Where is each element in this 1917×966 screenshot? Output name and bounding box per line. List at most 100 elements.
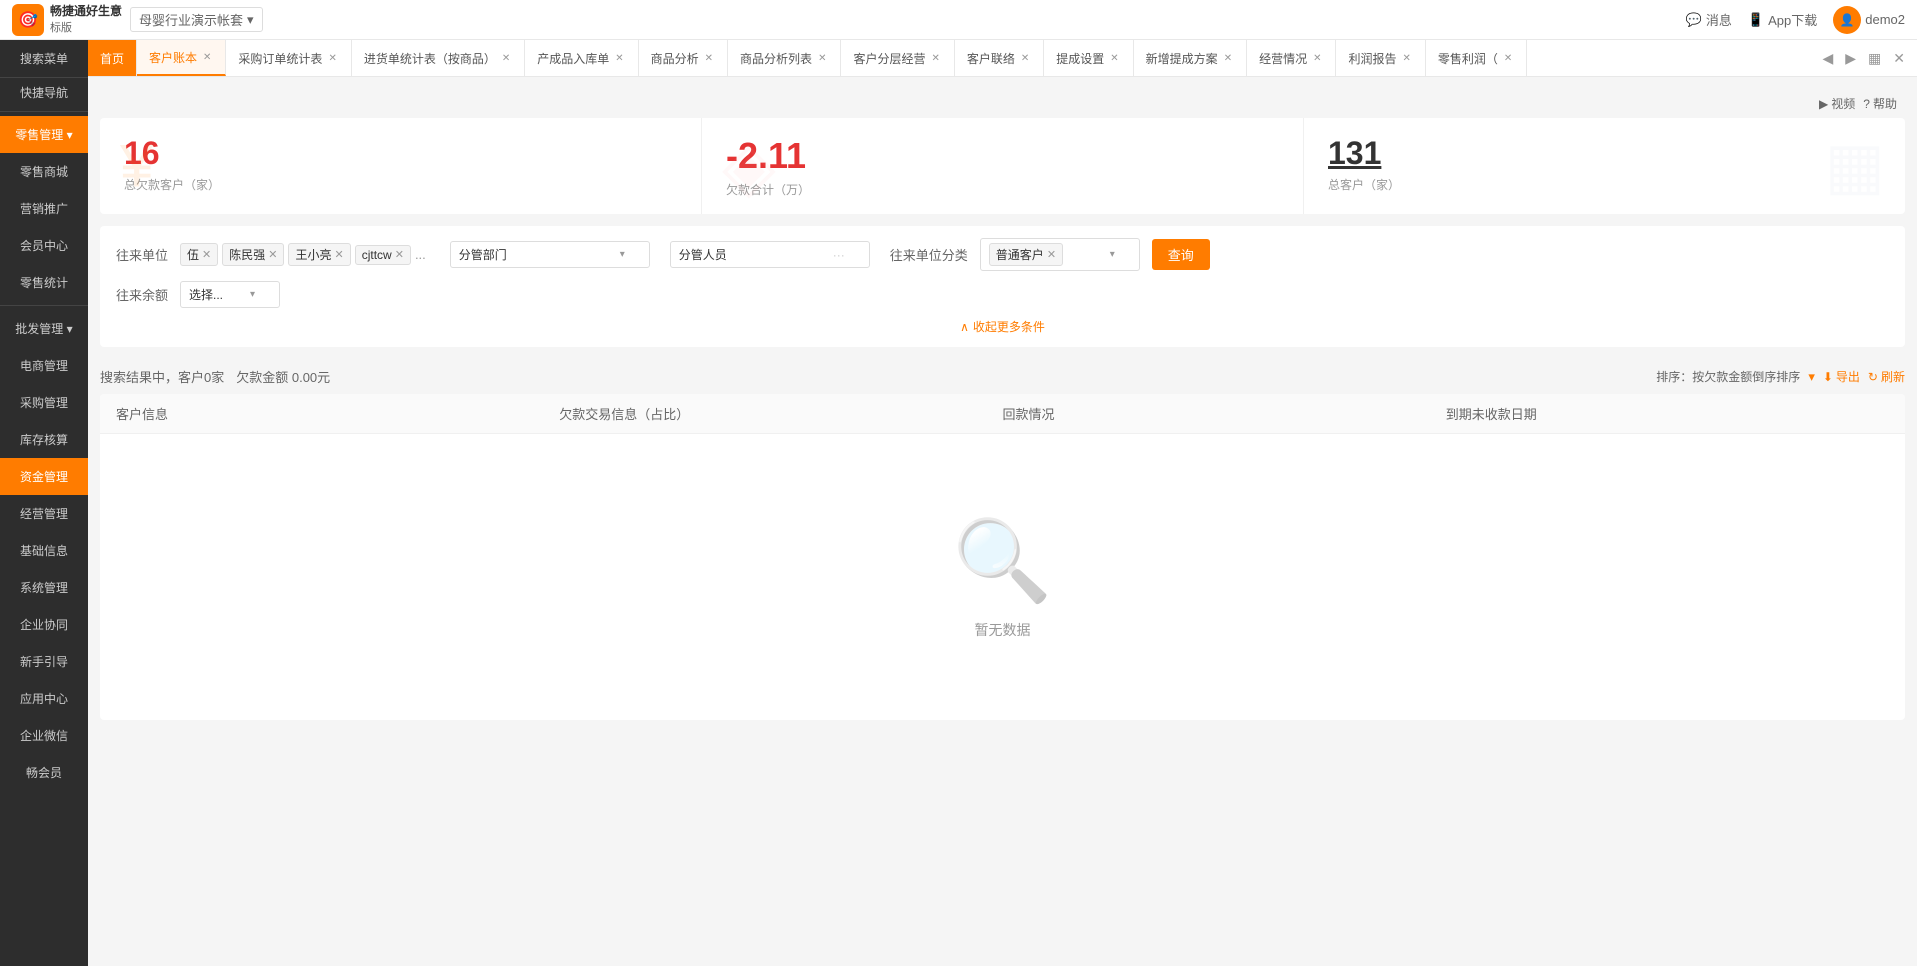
tab-new-commission[interactable]: 新增提成方案 ✕ (1134, 40, 1247, 76)
tab-close-all-btn[interactable]: ✕ (1889, 48, 1909, 69)
sidebar-item-system[interactable]: 系统管理 (0, 569, 88, 606)
chevron-up-icon: ∧ (960, 320, 969, 334)
sidebar-item-member[interactable]: 会员中心 (0, 227, 88, 264)
category-chevron-icon: ▾ (1110, 249, 1115, 260)
tab-close-inbound[interactable]: ✕ (613, 52, 625, 65)
refresh-icon: ↻ (1868, 370, 1878, 384)
tab-close-analysis[interactable]: ✕ (703, 52, 715, 65)
tab-commission-settings[interactable]: 提成设置 ✕ (1044, 40, 1133, 76)
tab-close-new-commission[interactable]: ✕ (1222, 52, 1234, 65)
tab-close-commission[interactable]: ✕ (1108, 52, 1120, 65)
tab-close-tier[interactable]: ✕ (929, 52, 941, 65)
tab-scroll-right-btn[interactable]: ▶ (1841, 48, 1860, 69)
results-bar: 搜索结果中，客户0家 欠款金额 0.00元 排序：按欠款金额倒序排序 ▾ ⬇ 导… (100, 359, 1905, 394)
tab-profit-report[interactable]: 利润报告 ✕ (1336, 40, 1425, 76)
tab-close-retail-profit[interactable]: ✕ (1502, 52, 1514, 65)
tab-customer-ledger[interactable]: 客户账本 ✕ (137, 40, 226, 76)
search-button[interactable]: 查询 (1152, 239, 1210, 270)
logo-text-block: 畅捷通好生意 标版 (50, 4, 122, 34)
remaining-label: 往来余额 (116, 285, 168, 304)
sidebar-item-wholesale[interactable]: 批发管理 ▾ (0, 310, 88, 347)
remove-wang-icon[interactable]: ✕ (335, 248, 344, 261)
tab-close-contact[interactable]: ✕ (1019, 52, 1031, 65)
video-btn[interactable]: ▶ 视频 (1819, 95, 1855, 112)
help-btn[interactable]: ? 帮助 (1863, 95, 1897, 112)
tab-bar-actions: ◀ ▶ ▦ ✕ (1810, 48, 1917, 69)
top-bar-left: 🎯 畅捷通好生意 标版 母婴行业演示帐套 ▾ (12, 4, 263, 36)
tab-product-analysis[interactable]: 商品分析 ✕ (639, 40, 728, 76)
person-select[interactable]: 分管人员 ··· (670, 241, 870, 268)
sidebar-item-apps[interactable]: 应用中心 (0, 680, 88, 717)
category-select[interactable]: 普通客户 ✕ ▾ (980, 238, 1140, 271)
tab-menu-btn[interactable]: ▦ (1864, 48, 1885, 69)
stat-card-customers: ¥ 16 总欠款客户（家） (100, 118, 702, 214)
sidebar-item-retail-mall[interactable]: 零售商城 (0, 153, 88, 190)
app-download-btn[interactable]: 📱 App下载 (1748, 10, 1817, 29)
tab-customer-contact[interactable]: 客户联络 ✕ (955, 40, 1044, 76)
sidebar-item-operations[interactable]: 经营管理 (0, 495, 88, 532)
tab-operations[interactable]: 经营情况 ✕ (1247, 40, 1336, 76)
tab-home[interactable]: 首页 (88, 40, 137, 76)
tab-retail-profit[interactable]: 零售利润（ ✕ (1426, 40, 1527, 76)
tab-close-operations[interactable]: ✕ (1311, 52, 1323, 65)
filter-tag-wu[interactable]: 伍 ✕ (180, 243, 218, 266)
user-avatar-btn[interactable]: 👤 demo2 (1833, 6, 1905, 34)
remove-chen-icon[interactable]: ✕ (268, 248, 277, 261)
export-icon: ⬇ (1823, 370, 1833, 384)
category-filter-label: 往来单位分类 (890, 245, 968, 264)
logo-icon: 🎯 (12, 4, 44, 36)
account-dropdown[interactable]: 母婴行业演示帐套 ▾ (130, 7, 263, 32)
sidebar-divider2 (0, 305, 88, 306)
table-col-debt-info: 欠款交易信息（占比） (559, 404, 1002, 423)
table-col-due-date: 到期未收款日期 (1446, 404, 1889, 423)
sidebar-nav[interactable]: 快捷导航 (0, 78, 88, 107)
dept-chevron-icon: ▾ (620, 249, 625, 260)
sidebar-search[interactable]: 搜索菜单 (0, 40, 88, 78)
sidebar-item-basic-info[interactable]: 基础信息 (0, 532, 88, 569)
remaining-select[interactable]: 选择... ▾ (180, 281, 280, 308)
filter-tag-normal-customer[interactable]: 普通客户 ✕ (989, 243, 1063, 266)
collapse-btn[interactable]: ∧ 收起更多条件 (960, 318, 1045, 335)
tab-purchase-stats-product[interactable]: 进货单统计表（按商品） ✕ (352, 40, 525, 76)
department-select[interactable]: 分管部门 ▾ (450, 241, 650, 268)
tab-purchase-order-stats[interactable]: 采购订单统计表 ✕ (226, 40, 351, 76)
empty-state: 🔍 暂无数据 (100, 434, 1905, 720)
sidebar-item-wechat[interactable]: 企业微信 (0, 717, 88, 754)
filter-tag-wang[interactable]: 王小亮 ✕ (288, 243, 350, 266)
sidebar-item-purchase[interactable]: 采购管理 (0, 384, 88, 421)
tab-close-analysis-list[interactable]: ✕ (816, 52, 828, 65)
sidebar-item-ecommerce[interactable]: 电商管理 (0, 347, 88, 384)
remove-wu-icon[interactable]: ✕ (202, 248, 211, 261)
sidebar-item-marketing[interactable]: 营销推广 (0, 190, 88, 227)
sidebar-item-member2[interactable]: 畅会员 (0, 754, 88, 791)
filter-tag-cjttcw[interactable]: cjttcw ✕ (355, 245, 411, 265)
tab-scroll-left-btn[interactable]: ◀ (1818, 48, 1837, 69)
sidebar: 搜索菜单 快捷导航 零售管理 ▾ 零售商城 营销推广 会员中心 零售统计 批发管… (0, 40, 88, 966)
tab-close-purchase[interactable]: ✕ (326, 52, 338, 65)
export-btn[interactable]: ⬇ 导出 (1823, 368, 1860, 385)
remove-cjttcw-icon[interactable]: ✕ (395, 248, 404, 261)
tab-close-profit[interactable]: ✕ (1401, 52, 1413, 65)
filter-more-btn[interactable]: ... (415, 247, 426, 262)
sidebar-item-inventory[interactable]: 库存核算 (0, 421, 88, 458)
video-help-row: ▶ 视频 ? 帮助 (100, 89, 1905, 118)
tab-customer-tier[interactable]: 客户分层经营 ✕ (841, 40, 954, 76)
filter-tag-chen[interactable]: 陈民强 ✕ (222, 243, 284, 266)
main-content: 首页 客户账本 ✕ 采购订单统计表 ✕ 进货单统计表（按商品） ✕ 产成品入库单… (88, 40, 1917, 966)
sidebar-item-enterprise[interactable]: 企业协同 (0, 606, 88, 643)
tab-close-customer-ledger[interactable]: ✕ (201, 51, 213, 64)
refresh-btn[interactable]: ↻ 刷新 (1868, 368, 1905, 385)
sidebar-item-retail-management[interactable]: 零售管理 ▾ (0, 116, 88, 153)
help-icon: ? (1863, 97, 1870, 111)
tab-bar: 首页 客户账本 ✕ 采购订单统计表 ✕ 进货单统计表（按商品） ✕ 产成品入库单… (88, 40, 1917, 76)
sidebar-item-guide[interactable]: 新手引导 (0, 643, 88, 680)
tab-product-analysis-list[interactable]: 商品分析列表 ✕ (728, 40, 841, 76)
tab-product-inbound[interactable]: 产成品入库单 ✕ (525, 40, 638, 76)
remove-normal-customer-icon[interactable]: ✕ (1047, 248, 1056, 261)
tab-close-purchase2[interactable]: ✕ (500, 52, 512, 65)
table-header: 客户信息 欠款交易信息（占比） 回款情况 到期未收款日期 (100, 394, 1905, 434)
sidebar-item-retail-stats[interactable]: 零售统计 (0, 264, 88, 301)
top-bar-right: 💬 消息 📱 App下载 👤 demo2 (1686, 6, 1905, 34)
message-btn[interactable]: 💬 消息 (1686, 10, 1732, 29)
sidebar-item-finance[interactable]: 资金管理 (0, 458, 88, 495)
